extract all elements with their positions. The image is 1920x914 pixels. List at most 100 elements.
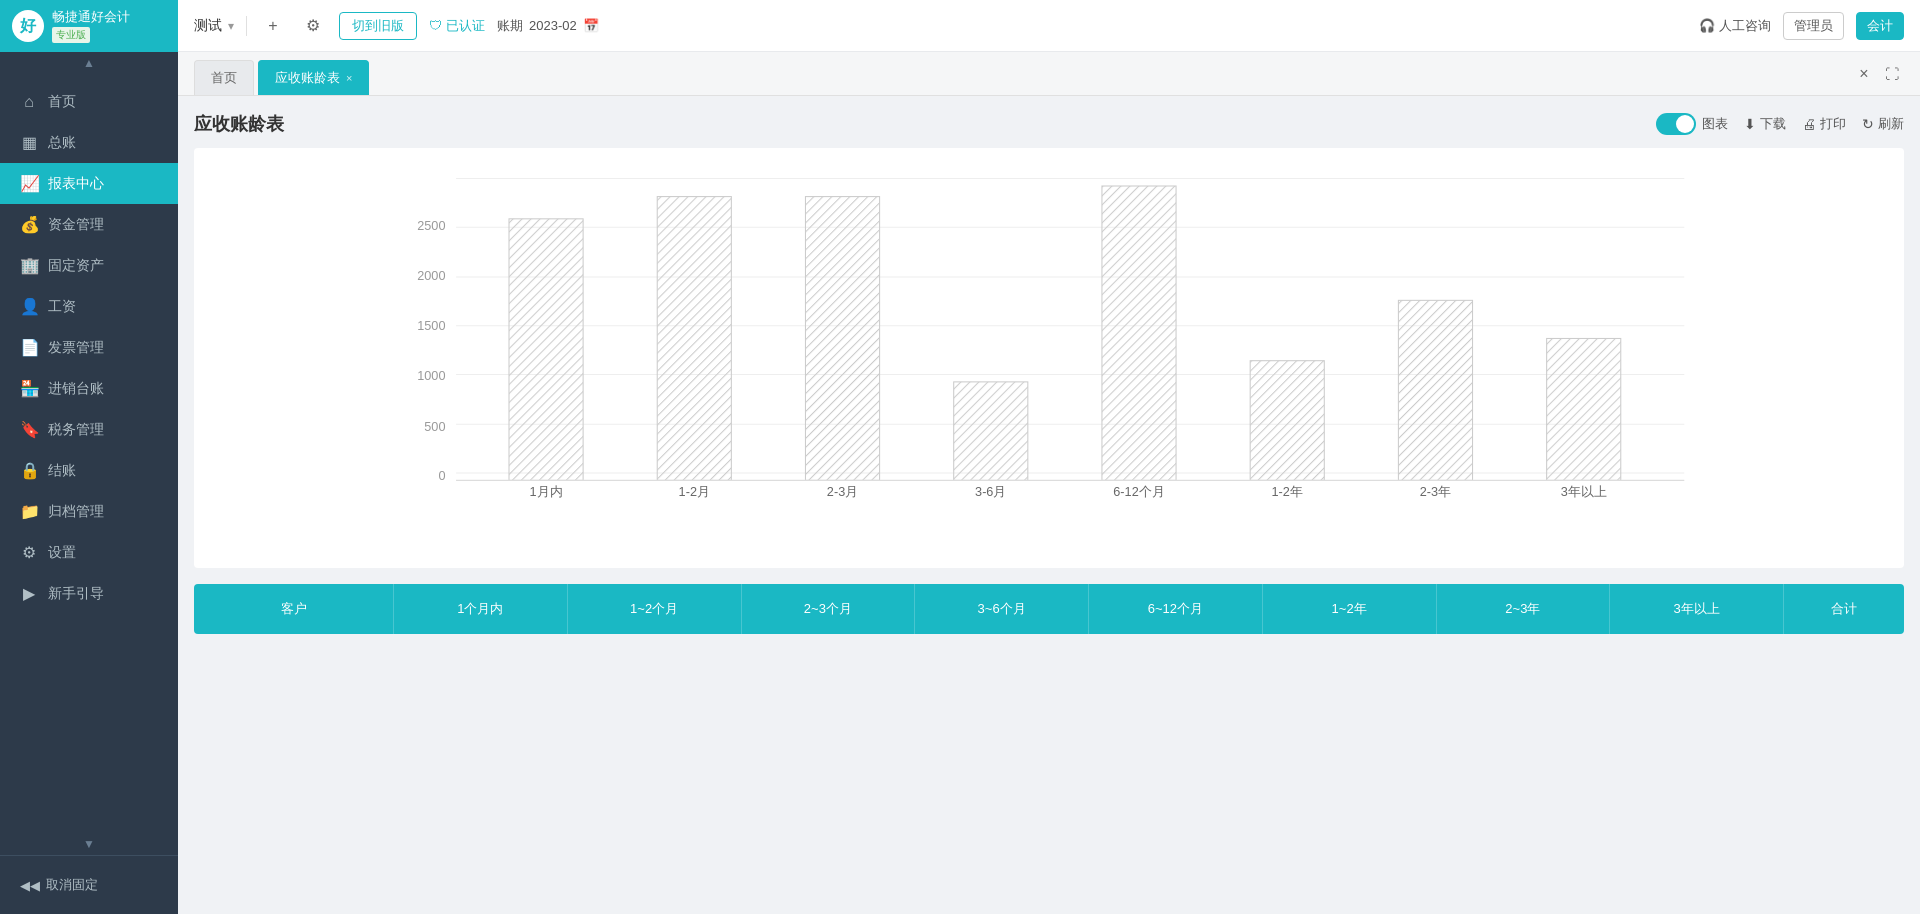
bar-1-2-year: [1250, 361, 1324, 481]
project-selector[interactable]: 测试 ▾: [194, 17, 234, 35]
sidebar-item-label: 首页: [48, 93, 76, 111]
col-header-3plus-year: 3年以上: [1610, 584, 1784, 634]
sidebar-nav: ⌂ 首页 ▦ 总账 📈 报表中心 💰 资金管理 🏢 固定资产 👤 工资 📄 发票…: [0, 74, 178, 833]
sidebar-item-label: 发票管理: [48, 339, 104, 357]
switch-version-button[interactable]: 切到旧版: [339, 12, 417, 40]
sidebar-item-purchase-sale[interactable]: 🏪 进销台账: [0, 368, 178, 409]
sidebar-item-label: 结账: [48, 462, 76, 480]
topbar-right: 🎧 人工咨询 管理员 会计: [1699, 12, 1904, 40]
sidebar-item-closing[interactable]: 🔒 结账: [0, 450, 178, 491]
sidebar-item-guide[interactable]: ▶ 新手引导: [0, 573, 178, 614]
table-header: 客户 1个月内 1~2个月 2~3个月 3~6个月 6~12个月 1~2年 2~…: [194, 584, 1904, 634]
sidebar-item-tax[interactable]: 🔖 税务管理: [0, 409, 178, 450]
chart-container: 0 500 1000 1500 2000 2500 1月内: [194, 148, 1904, 568]
chevron-down-icon: ▾: [228, 19, 234, 33]
settings-button[interactable]: ⚙: [299, 12, 327, 40]
ledger-icon: ▦: [20, 133, 38, 152]
tab-aging[interactable]: 应收账龄表 ×: [258, 60, 369, 95]
col-header-total: 合计: [1784, 584, 1904, 634]
sidebar-item-ledger[interactable]: ▦ 总账: [0, 122, 178, 163]
svg-text:1000: 1000: [417, 369, 445, 383]
plus-icon: +: [268, 17, 277, 35]
tab-close-icon[interactable]: ×: [346, 72, 352, 84]
bar-6-12-month: [1102, 186, 1176, 480]
col-header-2-3month: 2~3个月: [742, 584, 916, 634]
refresh-icon: ↻: [1862, 116, 1874, 132]
sidebar-item-label: 新手引导: [48, 585, 104, 603]
bar-chart: 0 500 1000 1500 2000 2500 1月内: [214, 168, 1884, 528]
tab-home[interactable]: 首页: [194, 60, 254, 95]
calendar-icon[interactable]: 📅: [583, 18, 599, 33]
expand-button[interactable]: ⛶: [1880, 62, 1904, 86]
cancel-fixed-button[interactable]: ◀◀ 取消固定: [0, 866, 178, 904]
page-actions: 图表 ⬇ 下载 🖨 打印 ↻ 刷新: [1656, 113, 1904, 135]
accountant-label: 会计: [1867, 18, 1893, 33]
logo-name: 畅捷通好会计: [52, 9, 130, 26]
svg-text:3-6月: 3-6月: [975, 485, 1006, 499]
download-button[interactable]: ⬇ 下载: [1744, 115, 1786, 133]
sidebar-item-assets[interactable]: 🏢 固定资产: [0, 245, 178, 286]
logo-badge: 专业版: [52, 27, 90, 43]
sidebar-item-label: 资金管理: [48, 216, 104, 234]
tab-home-label: 首页: [211, 69, 237, 87]
sidebar-item-archive[interactable]: 📁 归档管理: [0, 491, 178, 532]
col-header-3-6month: 3~6个月: [915, 584, 1089, 634]
sidebar-item-funds[interactable]: 💰 资金管理: [0, 204, 178, 245]
refresh-button[interactable]: ↻ 刷新: [1862, 115, 1904, 133]
print-icon: 🖨: [1802, 116, 1816, 132]
gear-icon: ⚙: [306, 16, 320, 35]
expand-icon: ⛶: [1885, 66, 1899, 82]
topbar: 测试 ▾ + ⚙ 切到旧版 🛡 已认证 账期 2023-02 📅 🎧 人工咨询: [178, 0, 1920, 52]
close-panel-button[interactable]: ×: [1852, 62, 1876, 86]
add-button[interactable]: +: [259, 12, 287, 40]
sidebar-bottom: ◀◀ 取消固定: [0, 855, 178, 914]
svg-text:2-3年: 2-3年: [1420, 485, 1451, 499]
sidebar-logo: 好 畅捷通好会计 专业版: [0, 0, 178, 52]
svg-text:2500: 2500: [417, 219, 445, 233]
purchase-sale-icon: 🏪: [20, 379, 38, 398]
close-icon: ×: [1859, 65, 1868, 83]
period-text: 账期: [497, 17, 523, 35]
consult-button[interactable]: 🎧 人工咨询: [1699, 17, 1771, 35]
settings-icon: ⚙: [20, 543, 38, 562]
download-label: 下载: [1760, 115, 1786, 133]
sidebar-item-invoices[interactable]: 📄 发票管理: [0, 327, 178, 368]
svg-text:1月内: 1月内: [530, 485, 563, 499]
tax-icon: 🔖: [20, 420, 38, 439]
svg-text:0: 0: [438, 469, 445, 483]
shield-icon: 🛡: [429, 18, 442, 33]
sidebar-item-label: 工资: [48, 298, 76, 316]
sidebar-item-reports[interactable]: 📈 报表中心: [0, 163, 178, 204]
print-button[interactable]: 🖨 打印: [1802, 115, 1846, 133]
chart-toggle-label: 图表: [1702, 115, 1728, 133]
bar-3plus-year: [1547, 338, 1621, 480]
verified-badge: 🛡 已认证: [429, 17, 485, 35]
chart-area: 0 500 1000 1500 2000 2500 1月内: [214, 168, 1884, 528]
col-header-2-3year: 2~3年: [1437, 584, 1611, 634]
sidebar-item-home[interactable]: ⌂ 首页: [0, 82, 178, 122]
invoices-icon: 📄: [20, 338, 38, 357]
headset-icon: 🎧: [1699, 18, 1715, 33]
col-header-1month: 1个月内: [394, 584, 568, 634]
sidebar-item-label: 税务管理: [48, 421, 104, 439]
sidebar-item-wages[interactable]: 👤 工资: [0, 286, 178, 327]
admin-button[interactable]: 管理员: [1783, 12, 1844, 40]
verified-label: 已认证: [446, 17, 485, 35]
logo-icon: 好: [12, 10, 44, 42]
sidebar-item-label: 总账: [48, 134, 76, 152]
chart-toggle[interactable]: [1656, 113, 1696, 135]
sidebar-item-settings[interactable]: ⚙ 设置: [0, 532, 178, 573]
scroll-arrow-up: ▲: [0, 52, 178, 74]
assets-icon: 🏢: [20, 256, 38, 275]
bar-1-month: [509, 219, 583, 481]
col-header-1-2year: 1~2年: [1263, 584, 1437, 634]
reports-icon: 📈: [20, 174, 38, 193]
scroll-arrow-down: ▼: [0, 833, 178, 855]
col-header-customer: 客户: [194, 584, 394, 634]
svg-text:2000: 2000: [417, 269, 445, 283]
svg-text:1500: 1500: [417, 319, 445, 333]
print-label: 打印: [1820, 115, 1846, 133]
content-area: 应收账龄表 图表 ⬇ 下载 🖨 打印 ↻ 刷新: [178, 96, 1920, 914]
accountant-button[interactable]: 会计: [1856, 12, 1904, 40]
bar-1-2-month: [657, 197, 731, 481]
